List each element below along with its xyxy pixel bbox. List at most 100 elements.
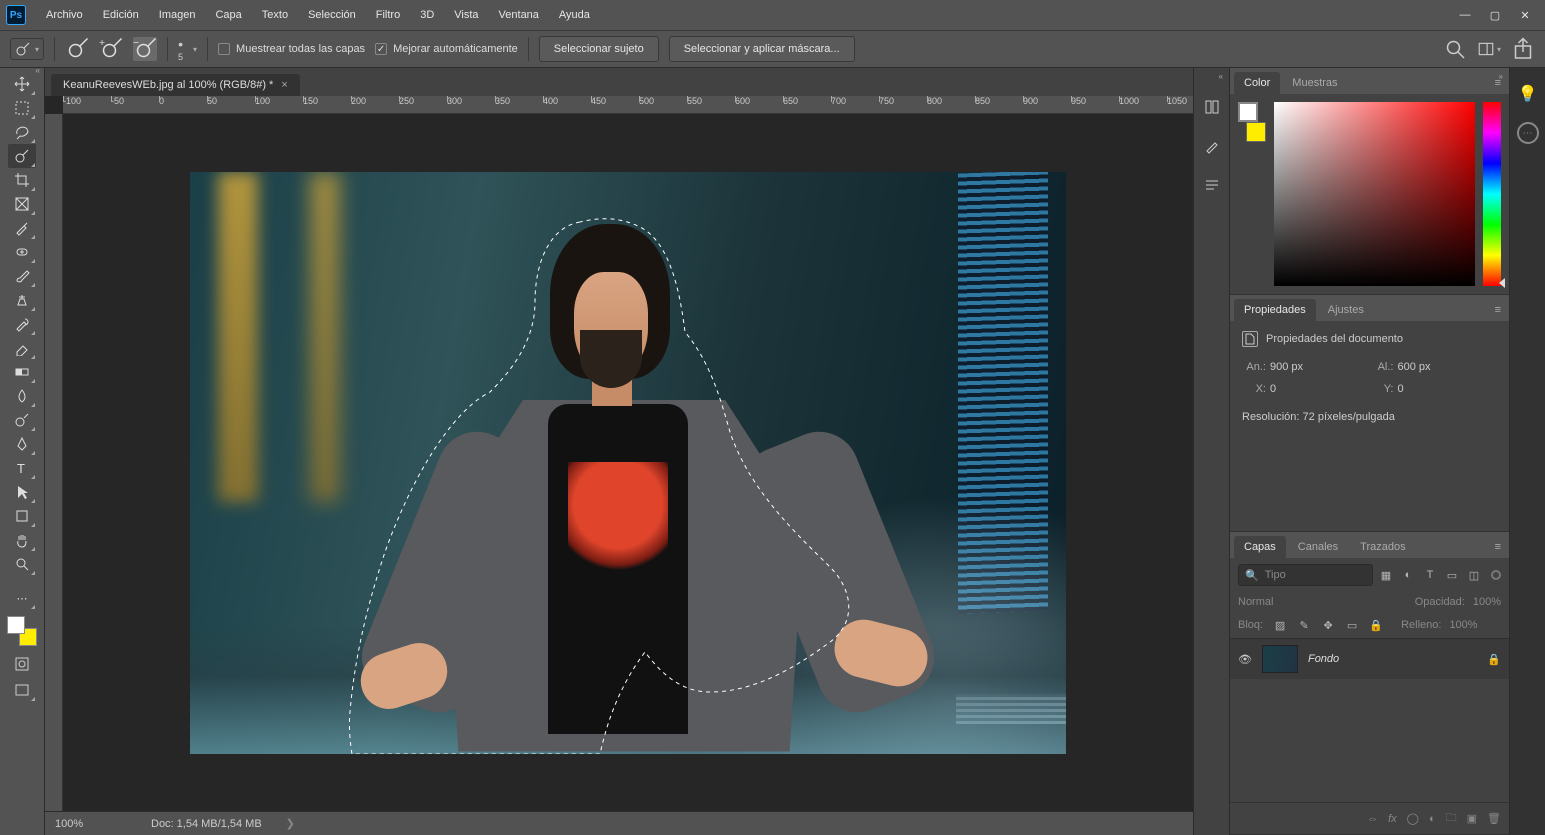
tab-swatches[interactable]: Muestras [1282,72,1347,94]
filter-type-icon[interactable]: T [1421,566,1439,584]
menu-ayuda[interactable]: Ayuda [549,3,600,27]
layer-thumbnail[interactable] [1262,645,1298,673]
lock-transparency-icon[interactable]: ▨ [1271,616,1289,634]
share-icon[interactable] [1511,37,1535,61]
quick-select-add-icon[interactable] [65,37,89,61]
tab-adjustments[interactable]: Ajustes [1318,299,1374,321]
ruler-vertical[interactable] [45,114,63,811]
foreground-color-swatch[interactable] [7,616,25,634]
foreground-background-colors[interactable] [7,616,37,646]
marquee-tool[interactable] [8,96,36,120]
crop-tool[interactable] [8,168,36,192]
filter-adjust-icon[interactable]: ◐ [1399,566,1417,584]
collapse-handle-icon[interactable]: » [1499,72,1503,81]
history-brush-tool[interactable] [8,312,36,336]
doc-size-info[interactable]: Doc: 1,54 MB/1,54 MB [151,818,262,830]
cloud-docs-icon[interactable]: ⋯ [1517,122,1539,144]
filter-smart-icon[interactable]: ◫ [1465,566,1483,584]
menu-capa[interactable]: Capa [205,3,251,27]
tab-properties[interactable]: Propiedades [1234,299,1316,321]
layer-row[interactable]: 👁 Fondo 🔒 [1230,638,1509,679]
eyedropper-tool[interactable] [8,216,36,240]
delete-layer-icon[interactable]: 🗑 [1487,812,1501,825]
lock-all-icon[interactable]: 🔒 [1367,616,1385,634]
pen-tool[interactable] [8,432,36,456]
layer-visibility-icon[interactable]: 👁 [1238,653,1252,666]
collapse-handle-icon[interactable]: « [1219,72,1223,81]
brushes-panel-icon[interactable] [1203,137,1221,158]
lock-artboard-icon[interactable]: ▭ [1343,616,1361,634]
document-tab[interactable]: KeanuReevesWEb.jpg al 100% (RGB/8#) * × [51,74,300,96]
eraser-tool[interactable] [8,336,36,360]
menu-edición[interactable]: Edición [93,3,149,27]
quick-select-new-icon[interactable]: + [99,37,123,61]
adjustment-layer-icon[interactable]: ◐ [1429,813,1436,825]
blur-tool[interactable] [8,384,36,408]
tab-paths[interactable]: Trazados [1350,536,1415,558]
clone-stamp-tool[interactable] [8,288,36,312]
history-panel-icon[interactable] [1203,98,1221,119]
menu-imagen[interactable]: Imagen [149,3,206,27]
menu-texto[interactable]: Texto [252,3,298,27]
lock-position-icon[interactable]: ✥ [1319,616,1337,634]
canvas-viewport[interactable] [63,114,1193,811]
color-fg-bg-swatches[interactable] [1238,102,1266,142]
path-select-tool[interactable] [8,480,36,504]
tab-channels[interactable]: Canales [1288,536,1348,558]
spot-heal-tool[interactable] [8,240,36,264]
gradient-tool[interactable] [8,360,36,384]
move-tool[interactable] [8,72,36,96]
window-maximize[interactable]: ▢ [1481,5,1509,25]
paragraph-panel-icon[interactable] [1203,176,1221,197]
zoom-tool[interactable] [8,552,36,576]
shape-tool[interactable] [8,504,36,528]
panels-toggle-icon[interactable]: ▾ [1477,37,1501,61]
menu-filtro[interactable]: Filtro [366,3,410,27]
close-tab-icon[interactable]: × [281,79,287,91]
search-icon[interactable] [1443,37,1467,61]
window-minimize[interactable]: — [1451,5,1479,25]
frame-tool[interactable] [8,192,36,216]
tab-color[interactable]: Color [1234,72,1280,94]
window-close[interactable]: ✕ [1511,5,1539,25]
learn-icon[interactable]: 💡 [1518,84,1538,104]
fill-value[interactable]: 100% [1449,619,1477,631]
new-layer-icon[interactable]: ▣ [1467,812,1477,825]
filter-shape-icon[interactable]: ▭ [1443,566,1461,584]
lasso-tool[interactable] [8,120,36,144]
tab-layers[interactable]: Capas [1234,536,1286,558]
hand-tool[interactable] [8,528,36,552]
menu-ventana[interactable]: Ventana [489,3,549,27]
filter-pixel-icon[interactable]: ▦ [1377,566,1395,584]
filter-toggle-icon[interactable] [1491,570,1501,580]
brush-tool[interactable] [8,264,36,288]
panel-menu-icon[interactable]: ≡ [1487,300,1509,320]
color-hue-slider[interactable] [1483,102,1501,286]
quick-select-subtract-icon[interactable]: − [133,37,157,61]
select-subject-button[interactable]: Seleccionar sujeto [539,36,659,62]
lock-pixels-icon[interactable]: ✎ [1295,616,1313,634]
blend-mode-select[interactable]: Normal [1238,596,1273,608]
quick-selection-tool[interactable] [8,144,36,168]
menu-vista[interactable]: Vista [444,3,488,27]
sample-all-layers-checkbox[interactable]: Muestrear todas las capas [218,43,365,55]
layer-mask-icon[interactable]: ◯ [1407,812,1419,825]
opacity-value[interactable]: 100% [1473,596,1501,608]
color-saturation-picker[interactable] [1274,102,1475,286]
menu-archivo[interactable]: Archivo [36,3,93,27]
dodge-tool[interactable] [8,408,36,432]
group-layers-icon[interactable]: 🗀 [1446,809,1457,828]
status-caret-icon[interactable]: ❯ [286,817,295,830]
zoom-level[interactable]: 100% [55,818,127,830]
current-tool-chip[interactable]: ▾ [10,38,44,60]
panel-menu-icon[interactable]: ≡ [1487,537,1509,557]
edit-toolbar-icon[interactable]: ⋯ [8,586,36,610]
layer-fx-icon[interactable]: fx [1388,813,1397,825]
ruler-horizontal[interactable]: -100-50050100150200250300350400450500550… [63,96,1193,114]
brush-size-picker[interactable]: • 5 [178,36,183,62]
type-tool[interactable]: T [8,456,36,480]
link-layers-icon[interactable]: ⇔ [1367,813,1378,825]
layer-locked-icon[interactable]: 🔒 [1487,653,1501,666]
layer-filter-type[interactable]: 🔍 Tipo [1238,564,1373,586]
quick-mask-icon[interactable] [8,652,36,676]
